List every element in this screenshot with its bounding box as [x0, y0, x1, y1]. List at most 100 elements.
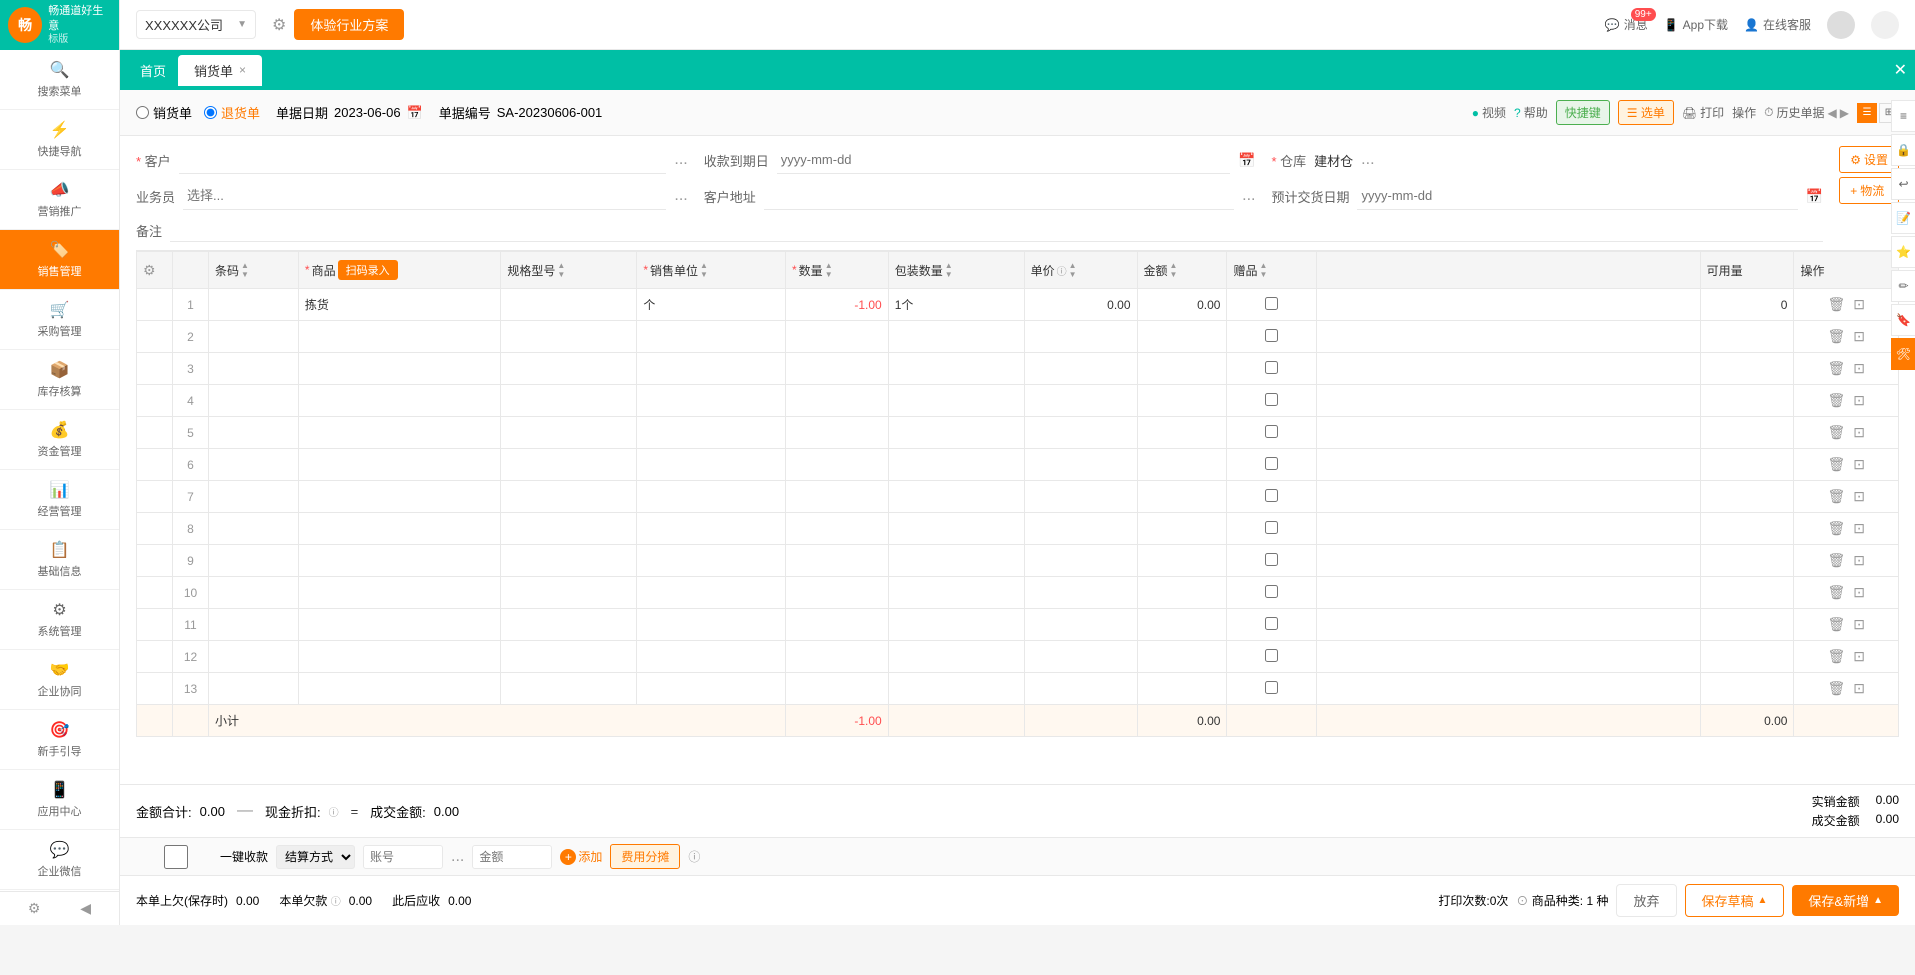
row-spec-cell[interactable]	[501, 577, 637, 609]
row-qty-cell[interactable]	[786, 481, 889, 513]
gift-checkbox[interactable]	[1265, 681, 1278, 694]
expected-delivery-calendar-icon[interactable]: 📅	[1806, 188, 1823, 205]
save-draft-button[interactable]: 保存草稿 ▲	[1685, 884, 1785, 917]
row-amount-cell[interactable]: 0.00	[1137, 289, 1227, 321]
row-spec-cell[interactable]	[501, 513, 637, 545]
customer-addr-input[interactable]	[764, 182, 1234, 210]
messages-btn[interactable]: 💬 消息 99+	[1605, 16, 1648, 33]
tab-home[interactable]: 首页	[128, 55, 178, 86]
row-barcode-cell[interactable]	[209, 481, 299, 513]
warehouse-dots[interactable]: ...	[1361, 151, 1374, 169]
right-panel-btn-4[interactable]: 📝	[1891, 202, 1915, 234]
sidebar-item-system[interactable]: ⚙系统管理	[0, 590, 119, 650]
date-calendar-icon[interactable]: 📅	[407, 105, 423, 121]
history-nav-next[interactable]: ▶	[1840, 106, 1849, 120]
row-gift-cell[interactable]	[1227, 385, 1317, 417]
quick-pay-checkbox[interactable]: 一键收款	[136, 845, 268, 869]
row-spec-cell[interactable]	[501, 641, 637, 673]
row-note-cell[interactable]	[1317, 577, 1700, 609]
gift-checkbox[interactable]	[1265, 617, 1278, 630]
row-qty-cell[interactable]	[786, 353, 889, 385]
row-amount-cell[interactable]	[1137, 673, 1227, 705]
payment-due-calendar-icon[interactable]: 📅	[1238, 152, 1255, 169]
row-delete-btn[interactable]: 🗑	[1825, 646, 1847, 667]
row-copy-btn[interactable]: ⊡	[1851, 294, 1867, 315]
row-spec-cell[interactable]	[501, 673, 637, 705]
row-price-cell[interactable]	[1024, 385, 1137, 417]
avatar-2[interactable]	[1871, 11, 1899, 39]
row-copy-btn[interactable]: ⊡	[1851, 550, 1867, 571]
sidebar-item-guide[interactable]: 🎯新手引导	[0, 710, 119, 770]
row-copy-btn[interactable]: ⊡	[1851, 486, 1867, 507]
sidebar-item-quick-nav[interactable]: ⚡快捷导航	[0, 110, 119, 170]
row-amount-cell[interactable]	[1137, 641, 1227, 673]
abandon-button[interactable]: 放弃	[1616, 884, 1676, 917]
add-button[interactable]: + 添加	[560, 848, 602, 865]
right-panel-btn-7[interactable]: 🔖	[1891, 304, 1915, 336]
company-selector[interactable]: XXXXXX公司 ▼	[136, 10, 256, 39]
row-note-cell[interactable]	[1317, 513, 1700, 545]
row-qty-cell[interactable]	[786, 641, 889, 673]
row-gift-cell[interactable]	[1227, 353, 1317, 385]
row-copy-btn[interactable]: ⊡	[1851, 678, 1867, 699]
salesperson-input[interactable]	[183, 182, 666, 210]
row-gift-cell[interactable]	[1227, 641, 1317, 673]
row-gift-cell[interactable]	[1227, 673, 1317, 705]
row-qty-cell[interactable]	[786, 417, 889, 449]
row-gift-cell[interactable]	[1227, 289, 1317, 321]
row-copy-btn[interactable]: ⊡	[1851, 646, 1867, 667]
scan-button[interactable]: 扫码录入	[338, 260, 398, 280]
row-delete-btn[interactable]: 🗑	[1825, 614, 1847, 635]
gift-checkbox[interactable]	[1265, 649, 1278, 662]
row-price-cell[interactable]	[1024, 353, 1137, 385]
row-note-cell[interactable]	[1317, 449, 1700, 481]
row-qty-cell[interactable]	[786, 321, 889, 353]
sidebar-item-basics[interactable]: 📋基础信息	[0, 530, 119, 590]
row-copy-btn[interactable]: ⊡	[1851, 326, 1867, 347]
row-copy-btn[interactable]: ⊡	[1851, 582, 1867, 603]
row-price-cell[interactable]	[1024, 321, 1137, 353]
trial-button[interactable]: 体验行业方案	[294, 9, 404, 40]
row-spec-cell[interactable]	[501, 321, 637, 353]
video-link[interactable]: ● 视频	[1472, 104, 1506, 121]
sidebar-item-search[interactable]: 🔍搜索菜单	[0, 50, 119, 110]
help-link[interactable]: ? 帮助	[1514, 104, 1548, 121]
save-new-button[interactable]: 保存&新增 ▲	[1792, 885, 1899, 916]
row-amount-cell[interactable]	[1137, 321, 1227, 353]
row-qty-cell[interactable]	[786, 513, 889, 545]
amount-input[interactable]	[472, 845, 552, 869]
row-copy-btn[interactable]: ⊡	[1851, 454, 1867, 475]
gift-checkbox[interactable]	[1265, 393, 1278, 406]
avatar[interactable]	[1827, 11, 1855, 39]
row-gift-cell[interactable]	[1227, 577, 1317, 609]
row-barcode-cell[interactable]	[209, 417, 299, 449]
row-delete-btn[interactable]: 🗑	[1825, 550, 1847, 571]
sidebar-item-enterprise[interactable]: 🤝企业协同	[0, 650, 119, 710]
row-delete-btn[interactable]: 🗑	[1825, 518, 1847, 539]
row-barcode-cell[interactable]	[209, 609, 299, 641]
row-note-cell[interactable]	[1317, 353, 1700, 385]
row-delete-btn[interactable]: 🗑	[1825, 678, 1847, 699]
row-spec-cell[interactable]	[501, 449, 637, 481]
row-note-cell[interactable]	[1317, 289, 1700, 321]
note-input[interactable]	[170, 218, 1823, 242]
row-barcode-cell[interactable]	[209, 385, 299, 417]
online-service-btn[interactable]: 👤 在线客服	[1744, 16, 1811, 33]
row-qty-cell[interactable]	[786, 449, 889, 481]
expected-delivery-input[interactable]	[1357, 182, 1797, 210]
radio-return-order[interactable]: 退货单	[204, 103, 260, 122]
tab-bar-close-icon[interactable]: ✕	[1894, 60, 1907, 80]
gift-checkbox[interactable]	[1265, 297, 1278, 310]
row-gift-cell[interactable]	[1227, 609, 1317, 641]
gift-checkbox[interactable]	[1265, 521, 1278, 534]
gift-checkbox[interactable]	[1265, 425, 1278, 438]
row-note-cell[interactable]	[1317, 385, 1700, 417]
row-price-cell[interactable]	[1024, 481, 1137, 513]
row-note-cell[interactable]	[1317, 417, 1700, 449]
row-barcode-cell[interactable]	[209, 321, 299, 353]
row-note-cell[interactable]	[1317, 641, 1700, 673]
row-delete-btn[interactable]: 🗑	[1825, 582, 1847, 603]
row-delete-btn[interactable]: 🗑	[1825, 422, 1847, 443]
row-amount-cell[interactable]	[1137, 481, 1227, 513]
row-price-cell[interactable]	[1024, 513, 1137, 545]
